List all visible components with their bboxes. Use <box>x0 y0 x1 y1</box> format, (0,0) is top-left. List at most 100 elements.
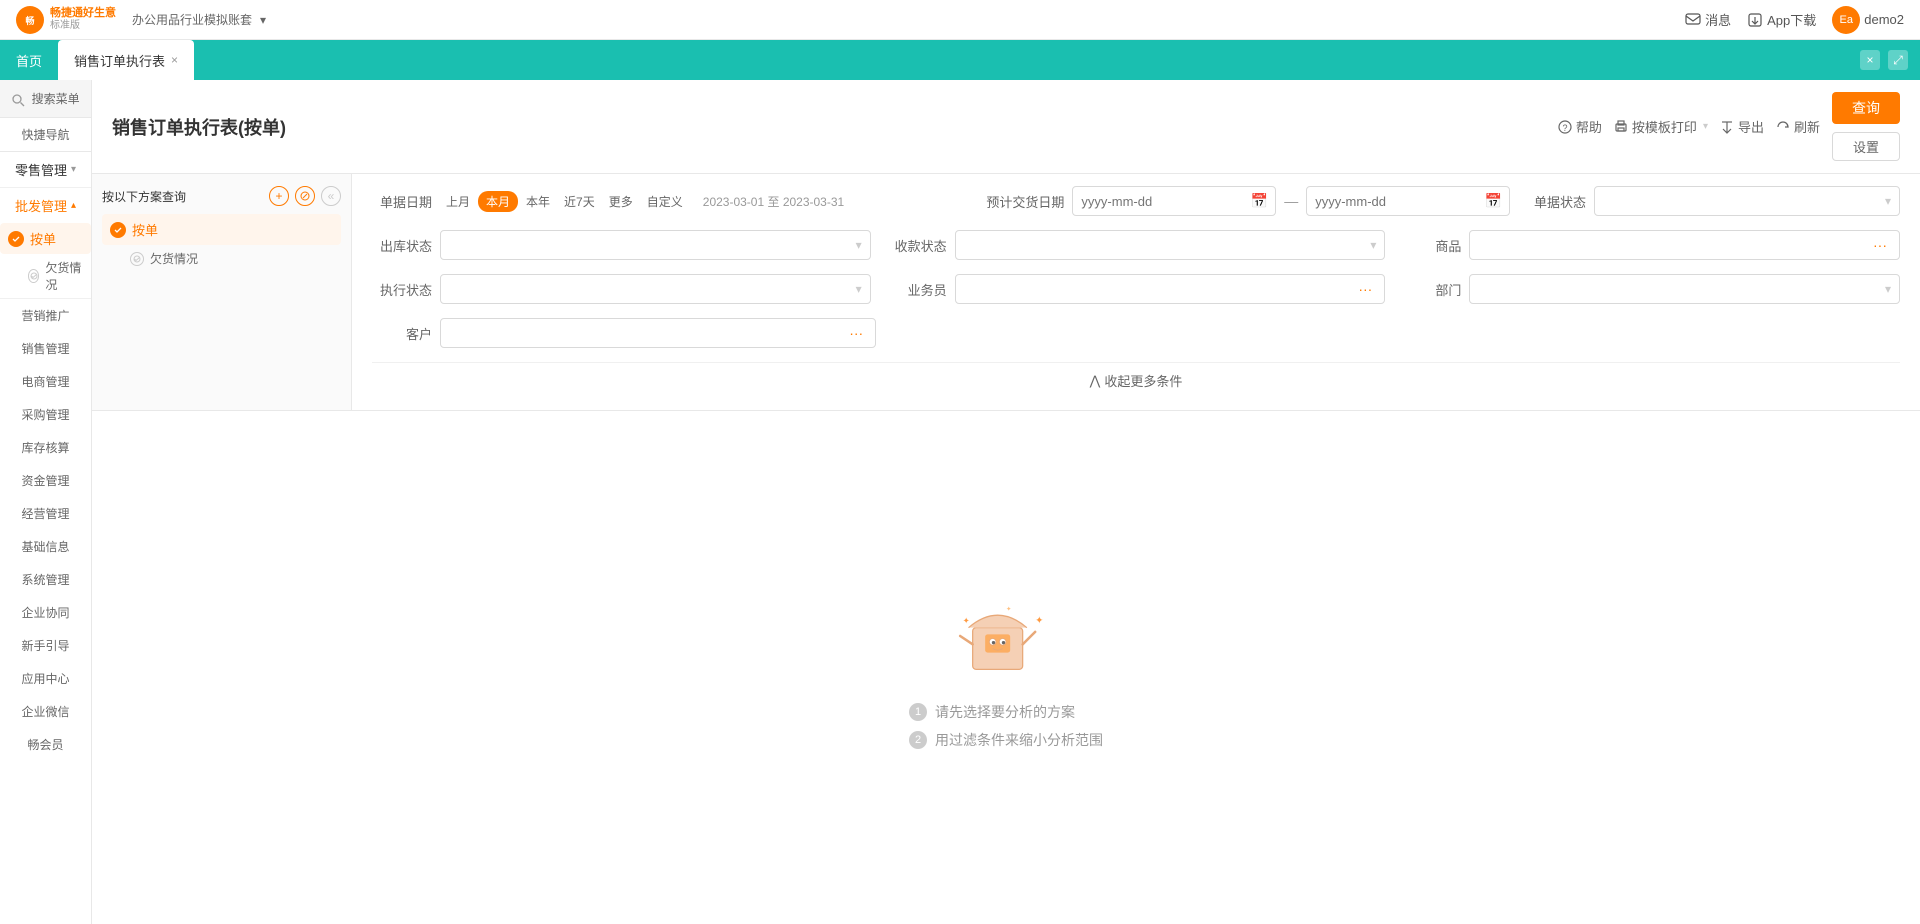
date-current-month-btn[interactable]: 本月 <box>478 191 518 212</box>
nav-dropdown[interactable]: ▾ <box>260 13 266 27</box>
salesperson-input[interactable]: ··· <box>955 274 1386 304</box>
add-scheme-btn[interactable]: + <box>269 186 289 206</box>
print-dropdown-icon[interactable]: ▾ <box>1703 121 1708 132</box>
collapse-more-btn[interactable]: ⋀ 收起更多条件 <box>372 362 1900 398</box>
main-content: ✦ ✦ ✦ 1 请先选择要分析的方案 2 用过滤条件来缩小分析范围 <box>92 411 1920 924</box>
欠货情况-icon <box>28 269 39 283</box>
calendar-end-icon: 📅 <box>1485 193 1502 210</box>
collapse-scheme-btn[interactable]: « <box>321 186 341 206</box>
calendar-start-icon: 📅 <box>1251 193 1268 210</box>
sidebar-item-wechat[interactable]: 企业微信 <box>0 695 91 728</box>
dept-select[interactable]: ▾ <box>1469 274 1900 304</box>
collect-status-select[interactable]: ▾ <box>955 230 1386 260</box>
top-bar: 畅 畅捷通好生意 标准版 办公用品行业模拟账套 ▾ 消息 App下载 <box>0 0 1920 40</box>
doc-status-label: 单据状态 <box>1526 192 1586 211</box>
scheme-item-按单[interactable]: 按单 <box>102 214 341 245</box>
filter-collect-status-group: 收款状态 ▾ <box>887 230 1386 260</box>
svg-text:?: ? <box>1562 123 1567 133</box>
help-btn[interactable]: ? 帮助 <box>1558 117 1602 136</box>
query-btn[interactable]: 查询 <box>1832 92 1900 124</box>
out-status-select[interactable]: ▾ <box>440 230 871 260</box>
customer-dots-icon[interactable]: ··· <box>845 325 867 341</box>
help-icon: ? <box>1558 120 1572 134</box>
date-this-year-btn[interactable]: 本年 <box>520 191 556 212</box>
sidebar-item-system[interactable]: 系统管理 <box>0 563 91 596</box>
empty-tip-1: 1 请先选择要分析的方案 <box>909 702 1103 722</box>
expected-date-start-input[interactable] <box>1072 186 1276 216</box>
export-icon <box>1720 120 1734 134</box>
salesperson-dots-icon[interactable]: ··· <box>1354 281 1376 297</box>
logo-area[interactable]: 畅 畅捷通好生意 标准版 <box>16 6 116 34</box>
sidebar-item-retail[interactable]: 零售管理 ▾ <box>0 152 91 187</box>
filter-customer-group: 客户 ··· <box>372 318 876 348</box>
tab-home[interactable]: 首页 <box>0 40 58 80</box>
tip-number-2: 2 <box>909 731 927 749</box>
expected-date-end-input[interactable] <box>1306 186 1510 216</box>
sidebar-sub-欠货情况[interactable]: 欠货情况 <box>0 254 91 298</box>
message-btn[interactable]: 消息 <box>1685 10 1731 29</box>
empty-state: ✦ ✦ ✦ 1 请先选择要分析的方案 2 用过滤条件来缩小分析范围 <box>92 411 1920 924</box>
out-status-label: 出库状态 <box>372 236 432 255</box>
tab-bar: 首页 销售订单执行表 × × ⤢ <box>0 40 1920 80</box>
settings-btn[interactable]: 设置 <box>1832 132 1900 161</box>
customer-input[interactable]: ··· <box>440 318 876 348</box>
filter-product-group: 商品 ··· <box>1401 230 1900 260</box>
filter-dept-group: 部门 ▾ <box>1401 274 1900 304</box>
sidebar-item-member[interactable]: 畅会员 <box>0 728 91 761</box>
out-status-arrow-icon: ▾ <box>856 238 862 252</box>
filter-expected-date-group: 预计交货日期 📅 — 📅 <box>986 186 1510 216</box>
filter-row-2: 出库状态 ▾ 收款状态 ▾ 商品 <box>372 230 1900 260</box>
sidebar-item-ecommerce[interactable]: 电商管理 <box>0 365 91 398</box>
date-custom-btn[interactable]: 自定义 <box>641 191 689 212</box>
date-prev-month-btn[interactable]: 上月 <box>440 191 476 212</box>
app-download-btn[interactable]: App下载 <box>1747 10 1816 29</box>
refresh-icon <box>1776 120 1790 134</box>
sidebar-quick-nav-btn[interactable]: 快捷导航 <box>0 118 91 152</box>
sidebar-item-basic-info[interactable]: 基础信息 <box>0 530 91 563</box>
tab-maximize-btn[interactable]: ⤢ <box>1888 50 1908 70</box>
tab-active[interactable]: 销售订单执行表 × <box>58 40 194 80</box>
date-more-btn[interactable]: 更多 <box>603 191 639 212</box>
sidebar-item-inventory[interactable]: 库存核算 <box>0 431 91 464</box>
refresh-btn[interactable]: 刷新 <box>1776 117 1820 136</box>
sidebar-item-purchase[interactable]: 采购管理 <box>0 398 91 431</box>
sidebar-item-appstore[interactable]: 应用中心 <box>0 662 91 695</box>
filter-scheme-header: 按以下方案查询 + « <box>102 186 341 206</box>
svg-text:✦: ✦ <box>1006 605 1012 613</box>
product-input[interactable]: ··· <box>1469 230 1900 260</box>
filter-container: 按以下方案查询 + « <box>92 174 1920 411</box>
top-bar-right: 消息 App下载 Ea demo2 <box>1685 6 1904 34</box>
sidebar-item-sales[interactable]: 销售管理 <box>0 332 91 365</box>
customer-label: 客户 <box>372 324 432 343</box>
filter-row-1: 单据日期 上月 本月 本年 近7天 更多 自定义 2023-03-01 至 20… <box>372 186 1900 216</box>
logo-text: 畅捷通好生意 标准版 <box>50 7 116 32</box>
sidebar-item-finance[interactable]: 资金管理 <box>0 464 91 497</box>
user-profile-btn[interactable]: Ea demo2 <box>1832 6 1904 34</box>
exec-status-label: 执行状态 <box>372 280 432 299</box>
date-last7-btn[interactable]: 近7天 <box>558 191 601 212</box>
tab-close-icon[interactable]: × <box>171 53 178 67</box>
sidebar-section-retail: 零售管理 ▾ <box>0 152 91 188</box>
tab-minimize-btn[interactable]: × <box>1860 50 1880 70</box>
sidebar-item-operations[interactable]: 经营管理 <box>0 497 91 530</box>
edit-scheme-btn[interactable] <box>295 186 315 206</box>
export-btn[interactable]: 导出 <box>1720 117 1764 136</box>
doc-status-arrow-icon: ▾ <box>1885 194 1891 208</box>
sidebar-item-marketing[interactable]: 营销推广 <box>0 299 91 332</box>
doc-status-select[interactable]: ▾ <box>1594 186 1900 216</box>
scheme-sub-item-欠货情况[interactable]: 欠货情况 <box>102 245 341 272</box>
sidebar-sub-按单[interactable]: 按单 <box>0 223 91 254</box>
exec-status-select[interactable]: ▾ <box>440 274 871 304</box>
collect-status-label: 收款状态 <box>887 236 947 255</box>
nav-title: 办公用品行业模拟账套 <box>132 11 252 28</box>
filter-date-group: 单据日期 上月 本月 本年 近7天 更多 自定义 2023-03-01 至 20… <box>372 191 970 212</box>
sidebar-item-guide[interactable]: 新手引导 <box>0 629 91 662</box>
sidebar-section-wholesale: 批发管理 ▴ 按单 欠货情况 <box>0 188 91 299</box>
product-dots-icon[interactable]: ··· <box>1869 237 1891 253</box>
filter-salesperson-group: 业务员 ··· <box>887 274 1386 304</box>
print-btn[interactable]: 按模板打印 ▾ <box>1614 117 1708 136</box>
sidebar-item-wholesale[interactable]: 批发管理 ▴ <box>0 188 91 223</box>
sidebar-search-btn[interactable]: 搜索菜单 <box>0 80 91 118</box>
filter-right-panel: 单据日期 上月 本月 本年 近7天 更多 自定义 2023-03-01 至 20… <box>352 174 1920 410</box>
sidebar-item-enterprise[interactable]: 企业协同 <box>0 596 91 629</box>
